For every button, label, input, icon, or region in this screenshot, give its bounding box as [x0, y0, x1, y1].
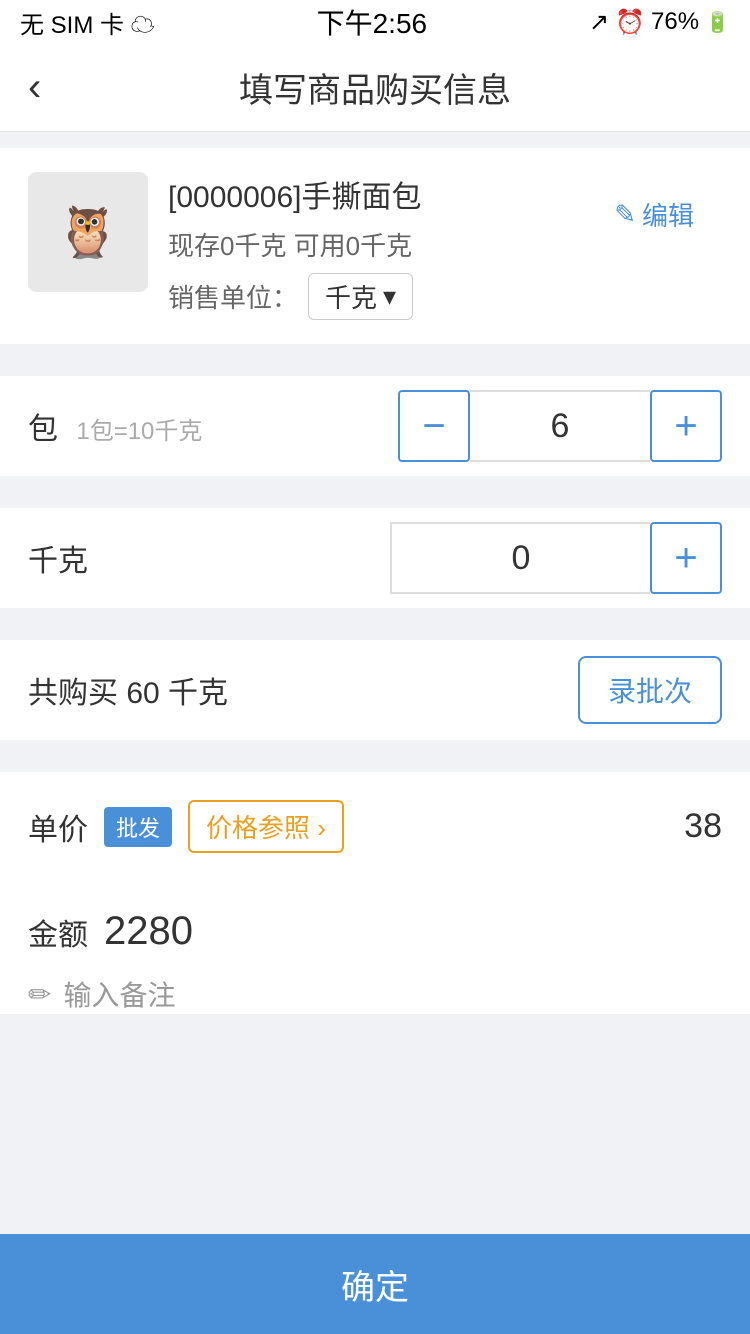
note-icon: ✏ — [28, 978, 51, 1011]
product-thumbnail: 🦉 — [28, 172, 148, 292]
amount-section: 金额 2280 ✏ 输入备注 — [0, 881, 750, 1014]
alarm-icon: ⏰ — [615, 8, 645, 37]
bao-plus-button[interactable]: + — [650, 390, 722, 462]
kg-number-control: + — [390, 522, 722, 594]
product-info: [0000006]手撕面包 现存0千克 可用0千克 销售单位： 千克 ▾ ✎ 编… — [168, 172, 722, 320]
unit-label: 销售单位： — [168, 278, 298, 315]
nav-bar: ‹ 填写商品购买信息 — [0, 44, 750, 132]
unit-selector[interactable]: 千克 ▾ — [308, 273, 413, 320]
edit-icon: ✎ — [614, 199, 636, 230]
amount-row: 金额 2280 — [28, 909, 722, 954]
bao-sublabel: 1包=10千克 — [76, 418, 202, 445]
bao-input[interactable] — [470, 390, 650, 462]
kg-section: 千克 + — [0, 508, 750, 608]
record-batch-button[interactable]: 录批次 — [578, 656, 722, 724]
product-unit-row: 销售单位： 千克 ▾ — [168, 273, 722, 320]
dropdown-icon: ▾ — [383, 281, 396, 312]
battery-icon: 🔋 — [705, 10, 730, 35]
divider-4 — [0, 740, 750, 756]
bao-row: 包 1包=10千克 − + — [0, 376, 750, 476]
summary-text: 共购买 60 千克 — [28, 668, 228, 712]
price-value: 38 — [684, 807, 722, 846]
bao-minus-button[interactable]: − — [398, 390, 470, 462]
summary-section: 共购买 60 千克 录批次 — [0, 640, 750, 740]
product-card: 🦉 [0000006]手撕面包 现存0千克 可用0千克 销售单位： 千克 ▾ ✎… — [0, 148, 750, 344]
edit-button[interactable]: ✎ 编辑 — [614, 196, 694, 233]
kg-input[interactable] — [390, 522, 650, 594]
status-bar: 无 SIM 卡 ☁ 下午2:56 ↗ ⏰ 76% 🔋 — [0, 0, 750, 44]
status-bar-time: 下午2:56 — [317, 2, 428, 42]
kg-plus-button[interactable]: + — [650, 522, 722, 594]
bao-label: 包 1包=10千克 — [28, 404, 398, 448]
sim-status: 无 SIM 卡 ☁ — [20, 5, 155, 40]
divider-3 — [0, 608, 750, 624]
bao-section: 包 1包=10千克 − + — [0, 376, 750, 476]
note-placeholder: 输入备注 — [63, 974, 175, 1014]
confirm-button[interactable]: 确定 — [0, 1234, 750, 1334]
price-type-tag: 批发 — [104, 807, 172, 847]
price-row: 单价 批发 价格参照 › 38 — [28, 800, 722, 853]
product-thumb-icon: 🦉 — [57, 203, 119, 262]
price-reference-button[interactable]: 价格参照 › — [188, 800, 344, 853]
battery-level: 76% — [651, 8, 699, 36]
divider-1 — [0, 344, 750, 360]
price-section: 单价 批发 价格参照 › 38 — [0, 772, 750, 881]
status-bar-left: 无 SIM 卡 ☁ — [20, 5, 155, 40]
status-bar-right: ↗ ⏰ 76% 🔋 — [589, 8, 730, 37]
kg-label: 千克 — [28, 536, 390, 580]
location-icon: ↗ — [589, 8, 609, 37]
price-label: 单价 — [28, 805, 88, 849]
amount-label: 金额 — [28, 910, 88, 954]
bao-number-control: − + — [398, 390, 722, 462]
note-row[interactable]: ✏ 输入备注 — [28, 974, 722, 1014]
divider-2 — [0, 476, 750, 492]
page-title: 填写商品购买信息 — [239, 63, 511, 112]
back-button[interactable]: ‹ — [28, 65, 41, 110]
amount-value: 2280 — [104, 909, 193, 954]
kg-row: 千克 + — [0, 508, 750, 608]
